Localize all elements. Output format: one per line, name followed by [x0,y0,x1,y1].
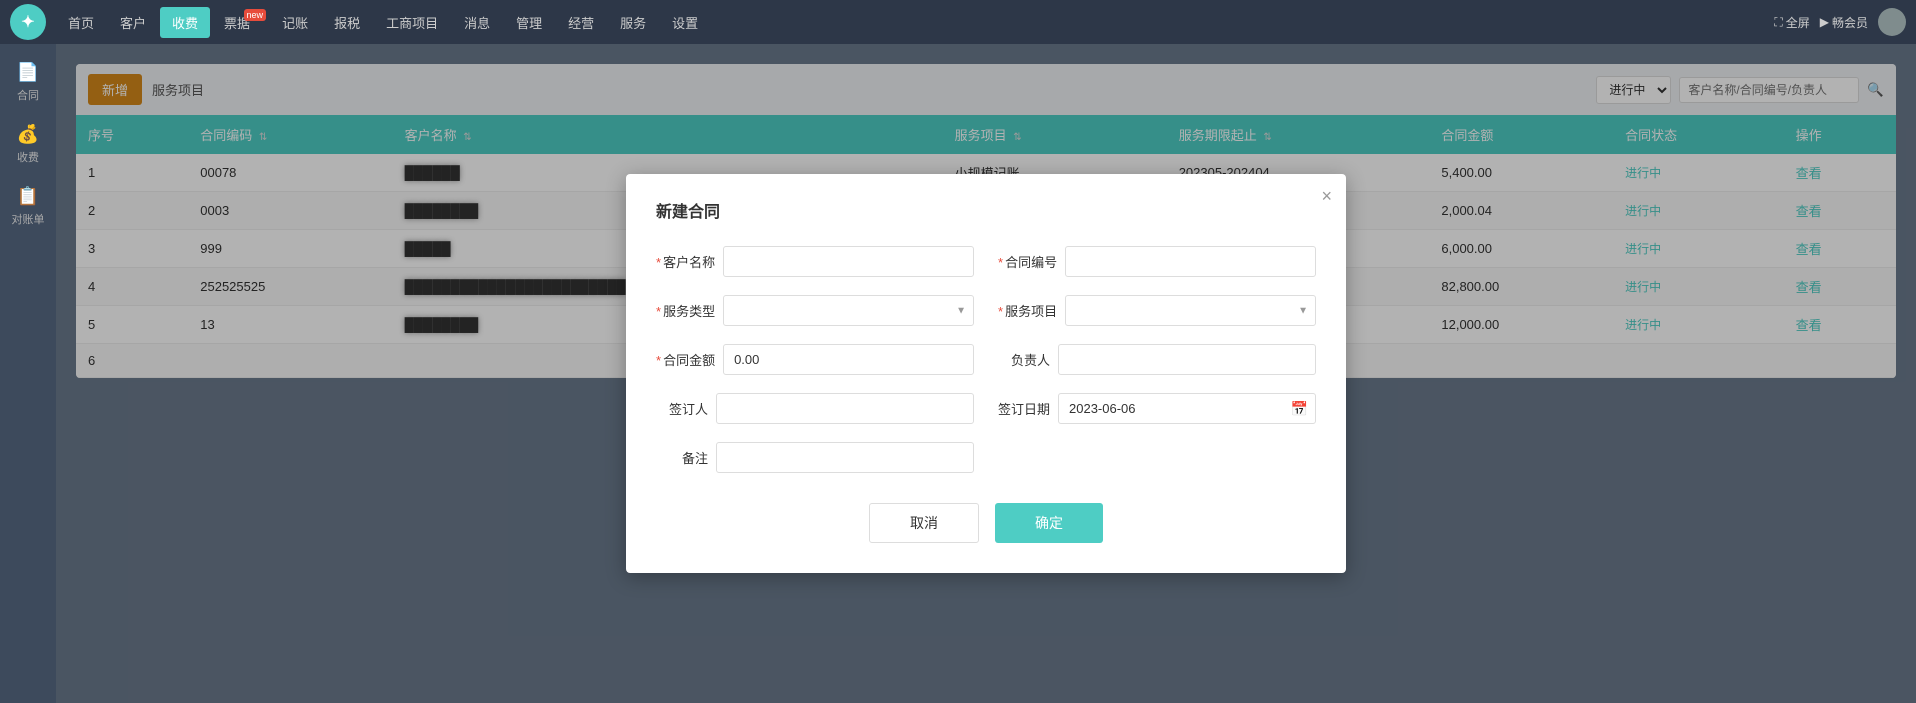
nav-item-tax[interactable]: 报税 [322,7,372,38]
customer-label: *客户名称 [656,252,715,271]
top-nav: ✦ 首页 客户 收费 票据 new 记账 报税 工商项目 消息 管理 经营 服务… [0,0,1916,44]
confirm-button[interactable]: 确定 [995,503,1103,543]
form-group-responsible: 负责人 [998,344,1316,375]
form-group-empty [998,442,1316,473]
avatar[interactable] [1878,8,1906,36]
form-row-2: *服务类型 ▼ *服务项目 [656,295,1316,326]
service-item-select-wrapper: ▼ [1065,295,1316,326]
cancel-button[interactable]: 取消 [869,503,979,543]
main-layout: 📄 合同 💰 收费 📋 对账单 新增 服务项目 进行中 已完成 已终止 [0,44,1916,703]
form-row-5: 备注 [656,442,1316,473]
left-sidebar: 📄 合同 💰 收费 📋 对账单 [0,44,56,703]
required-star: * [656,255,661,270]
contract-icon: 📄 [17,62,39,83]
form-row-1: *客户名称 *合同编号 [656,246,1316,277]
contract-no-label: *合同编号 [998,252,1057,271]
nav-item-home[interactable]: 首页 [56,7,106,38]
service-type-label: *服务类型 [656,301,715,320]
signer-input[interactable] [716,393,974,424]
form-group-sign-date: 签订日期 📅 [998,393,1316,424]
nav-item-operation[interactable]: 经营 [556,7,606,38]
fullscreen-icon: ⛶ [1774,15,1782,30]
form-row-4: 签订人 签订日期 📅 [656,393,1316,424]
modal-title: 新建合同 [656,198,1316,222]
sidebar-item-charge-label: 收费 [17,149,39,165]
required-star-2: * [998,255,1003,270]
form-group-remark: 备注 [656,442,974,473]
charge-icon: 💰 [17,124,39,145]
calendar-icon[interactable]: 📅 [1291,400,1308,417]
nav-item-business[interactable]: 工商项目 [374,7,450,38]
member-button[interactable]: ▶ 畅会员 [1820,14,1868,31]
nav-item-bills[interactable]: 票据 new [212,7,268,38]
nav-item-accounting[interactable]: 记账 [270,7,320,38]
app-logo: ✦ [10,4,46,40]
top-nav-right: ⛶ 全屏 ▶ 畅会员 [1774,8,1906,36]
form-group-service-type: *服务类型 ▼ [656,295,974,326]
form-group-customer: *客户名称 [656,246,974,277]
sidebar-item-contract-label: 合同 [17,87,39,103]
remark-label: 备注 [656,448,708,467]
service-type-select-wrapper: ▼ [723,295,974,326]
sign-date-input[interactable] [1058,393,1316,424]
statement-icon: 📋 [17,186,39,207]
form-group-signer: 签订人 [656,393,974,424]
modal-footer: 取消 确定 [656,503,1316,543]
nav-items: 首页 客户 收费 票据 new 记账 报税 工商项目 消息 管理 经营 服务 设… [56,7,1774,38]
sign-date-label: 签订日期 [998,399,1050,418]
modal-dialog: × 新建合同 *客户名称 *合同编号 [626,174,1346,573]
contract-no-input[interactable] [1065,246,1316,277]
sidebar-item-contract[interactable]: 📄 合同 [3,54,53,111]
modal-overlay: × 新建合同 *客户名称 *合同编号 [56,44,1916,703]
amount-input[interactable] [723,344,974,375]
service-item-label: *服务项目 [998,301,1057,320]
signer-label: 签订人 [656,399,708,418]
form-group-amount: *合同金额 [656,344,974,375]
amount-label: *合同金额 [656,350,715,369]
form-row-3: *合同金额 负责人 [656,344,1316,375]
responsible-input[interactable] [1058,344,1316,375]
nav-item-charge[interactable]: 收费 [160,7,210,38]
sidebar-item-charge[interactable]: 💰 收费 [3,116,53,173]
form-group-service-item: *服务项目 ▼ [998,295,1316,326]
nav-item-message[interactable]: 消息 [452,7,502,38]
customer-name-input[interactable] [723,246,974,277]
nav-item-service[interactable]: 服务 [608,7,658,38]
form-group-contract-no: *合同编号 [998,246,1316,277]
content-area: 新增 服务项目 进行中 已完成 已终止 🔍 序号 [56,44,1916,703]
service-item-select[interactable] [1065,295,1316,326]
fullscreen-button[interactable]: ⛶ 全屏 [1774,14,1809,31]
nav-item-settings[interactable]: 设置 [660,7,710,38]
sign-date-wrapper: 📅 [1058,393,1316,424]
modal-close-button[interactable]: × [1321,186,1332,207]
sidebar-item-statement-label: 对账单 [12,211,45,227]
remark-input[interactable] [716,442,974,473]
nav-item-customer[interactable]: 客户 [108,7,158,38]
responsible-label: 负责人 [998,350,1050,369]
service-type-select[interactable] [723,295,974,326]
new-badge: new [244,9,267,21]
sidebar-item-statement[interactable]: 📋 对账单 [3,178,53,235]
play-icon: ▶ [1820,15,1829,29]
nav-item-manage[interactable]: 管理 [504,7,554,38]
